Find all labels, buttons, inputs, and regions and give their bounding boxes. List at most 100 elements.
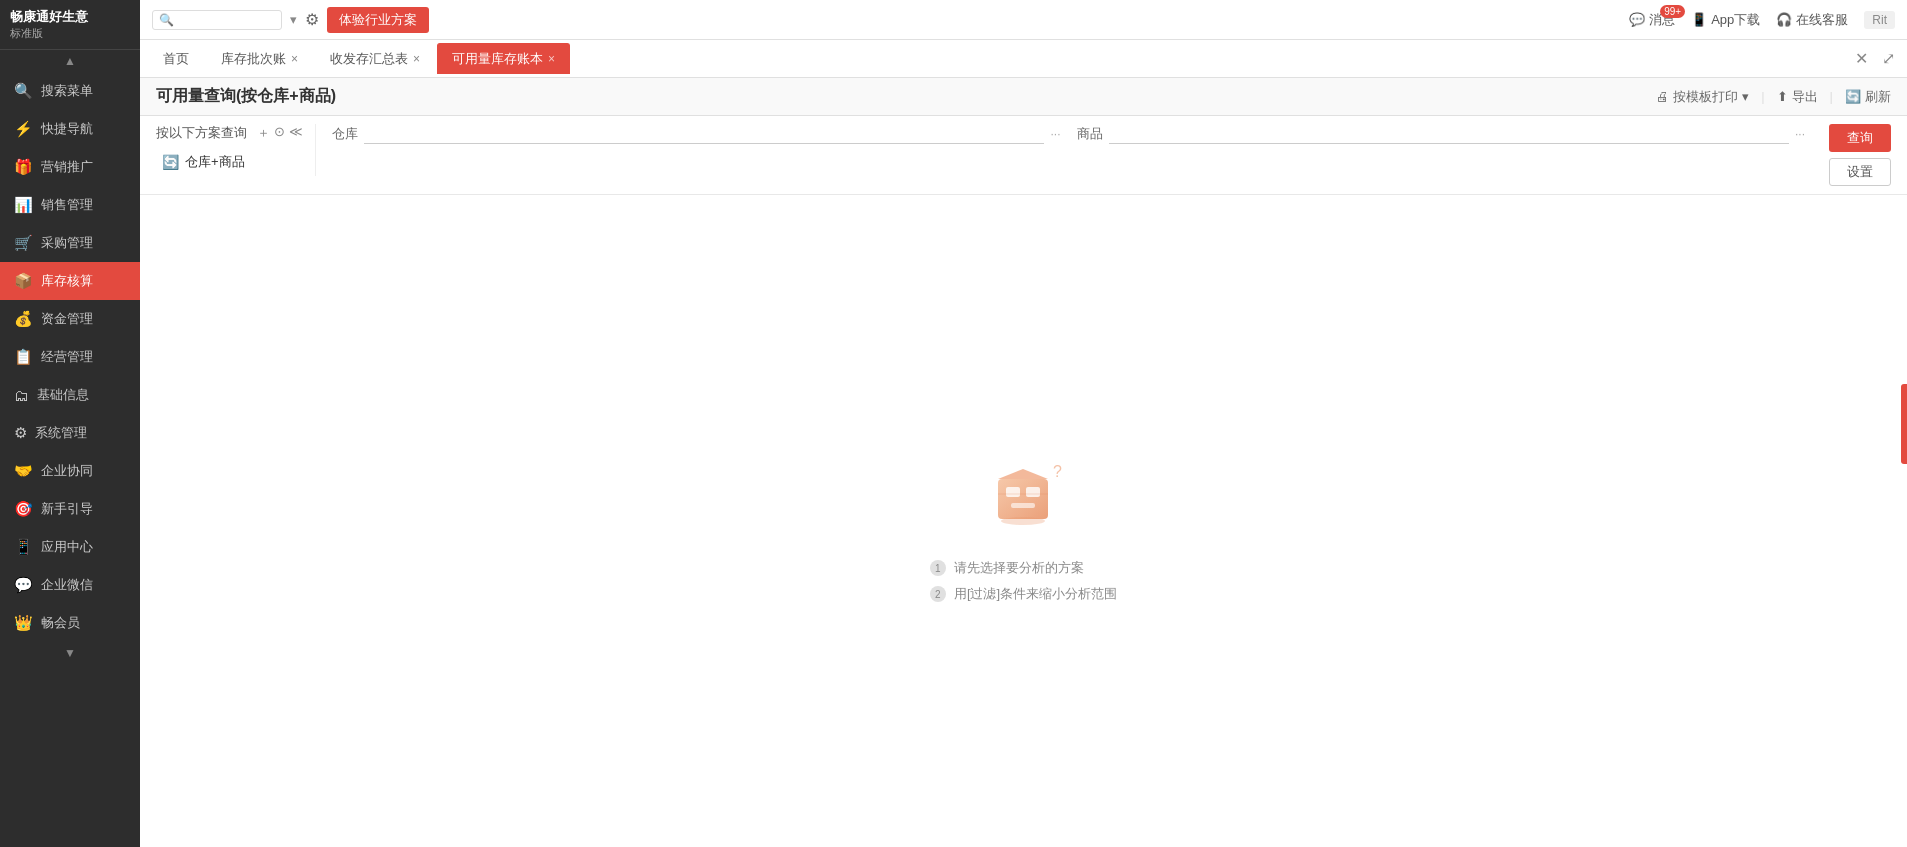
export-button[interactable]: ⬆ 导出: [1777, 88, 1818, 106]
empty-tips: 1 请先选择要分析的方案 2 用[过滤]条件来缩小分析范围: [930, 559, 1117, 603]
collapse-icon[interactable]: ≪: [289, 124, 303, 142]
sidebar-icon-system: ⚙: [14, 424, 27, 442]
sidebar-label-quick-nav: 快捷导航: [41, 120, 93, 138]
refresh-label: 刷新: [1865, 88, 1891, 106]
customer-service-icon: 🎧: [1776, 12, 1792, 27]
sidebar-label-newbie: 新手引导: [41, 500, 93, 518]
sidebar-item-vip[interactable]: 👑畅会员: [0, 604, 140, 642]
topbar-right: 💬 消息 99+ 📱 App下载 🎧 在线客服 Rit: [1629, 11, 1895, 29]
tab-close-available-ledger[interactable]: ×: [548, 52, 555, 66]
sidebar-label-vip: 畅会员: [41, 614, 80, 632]
sidebar-item-quick-nav[interactable]: ⚡快捷导航: [0, 110, 140, 148]
svg-rect-3: [1011, 503, 1035, 508]
sidebar-item-inventory[interactable]: 📦 库存核算: [0, 262, 140, 300]
page-title: 可用量查询(按仓库+商品): [156, 86, 336, 107]
sidebar-item-search[interactable]: 🔍搜索菜单: [0, 72, 140, 110]
message-button[interactable]: 💬 消息 99+: [1629, 11, 1675, 29]
tip-text-1: 请先选择要分析的方案: [954, 559, 1084, 577]
sidebar-item-operations[interactable]: 📋经营管理: [0, 338, 140, 376]
print-template-button[interactable]: 🖨 按模板打印 ▾: [1656, 88, 1749, 106]
warehouse-field: 仓库 ···: [332, 124, 1061, 144]
sidebar-icon-marketing: 🎁: [14, 158, 33, 176]
sidebar-item-purchase[interactable]: 🛒 采购管理: [0, 224, 140, 262]
sidebar-item-enterprise[interactable]: 🤝企业协同: [0, 452, 140, 490]
tab-close-batch-ledger[interactable]: ×: [291, 52, 298, 66]
sidebar-items-container: 🔍搜索菜单⚡快捷导航 🎁 营销推广 📊销售管理 🛒 采购管理 📦 库存核算 💰资金管理📋经营管理…: [0, 72, 140, 642]
sidebar-item-marketing[interactable]: 🎁 营销推广: [0, 148, 140, 186]
print-icon: 🖨: [1656, 89, 1669, 104]
app-download-icon: 📱: [1691, 12, 1707, 27]
app-download-label: App下载: [1711, 11, 1760, 29]
message-icon: 💬: [1629, 12, 1645, 27]
refresh-button[interactable]: 🔄 刷新: [1845, 88, 1891, 106]
refresh-icon: 🔄: [1845, 89, 1861, 104]
search-input[interactable]: [178, 13, 268, 27]
sidebar-label-enterprise: 企业协同: [41, 462, 93, 480]
print-label: 按模板打印: [1673, 88, 1738, 106]
scheme-label-warehouse-product: 仓库+商品: [185, 153, 245, 171]
sidebar-label-marketing: 营销推广: [41, 158, 93, 176]
tab-close-receipt-summary[interactable]: ×: [413, 52, 420, 66]
filter-settings-button[interactable]: 设置: [1829, 158, 1891, 186]
sidebar-scroll-down[interactable]: ▼: [0, 642, 140, 664]
query-button[interactable]: 查询: [1829, 124, 1891, 152]
sidebar-item-finance[interactable]: 💰资金管理: [0, 300, 140, 338]
user-name: Rit: [1872, 13, 1887, 27]
sidebar-label-system: 系统管理: [35, 424, 87, 442]
customer-service-button[interactable]: 🎧 在线客服: [1776, 11, 1848, 29]
sidebar-icon-search: 🔍: [14, 82, 33, 100]
sidebar: 畅康通好生意 标准版 ▲ 🔍搜索菜单⚡快捷导航 🎁 营销推广 📊销售管理 🛒 采购管理 📦 库…: [0, 0, 140, 847]
svg-rect-2: [1026, 487, 1040, 497]
sidebar-label-finance: 资金管理: [41, 310, 93, 328]
sidebar-item-newbie[interactable]: 🎯新手引导: [0, 490, 140, 528]
sidebar-item-system[interactable]: ⚙ 系统管理: [0, 414, 140, 452]
sidebar-logo: 畅康通好生意 标准版: [0, 0, 140, 50]
add-scheme-icon[interactable]: ＋: [257, 124, 270, 142]
sidebar-icon-purchase: 🛒: [14, 234, 33, 252]
scheme-item-warehouse-product[interactable]: 🔄 仓库+商品: [156, 148, 303, 176]
settings-scheme-icon[interactable]: ⊙: [274, 124, 285, 142]
sidebar-item-app-center[interactable]: 📱应用中心: [0, 528, 140, 566]
sidebar-label-inventory: 库存核算: [41, 272, 93, 290]
action-sep-1: |: [1761, 89, 1764, 104]
sidebar-scroll-up[interactable]: ▲: [0, 50, 140, 72]
app-subtitle: 标准版: [10, 26, 130, 41]
user-avatar[interactable]: Rit: [1864, 11, 1895, 29]
sidebar-item-enterprise-wechat[interactable]: 💬企业微信: [0, 566, 140, 604]
gear-icon[interactable]: ⚙: [305, 10, 319, 29]
tab-label-batch-ledger: 库存批次账: [221, 50, 286, 68]
sidebar-item-basic[interactable]: 🗂基础信息: [0, 376, 140, 414]
export-icon: ⬆: [1777, 89, 1788, 104]
tab-receipt-summary[interactable]: 收发存汇总表×: [315, 43, 435, 74]
tab-label-available-ledger: 可用量库存账本: [452, 50, 543, 68]
filter-row-1: 仓库 ··· 商品 ···: [332, 124, 1805, 144]
product-more-button[interactable]: ···: [1795, 127, 1805, 141]
print-dropdown-icon[interactable]: ▾: [1742, 89, 1749, 104]
sidebar-icon-inventory: 📦: [14, 272, 33, 290]
warehouse-input[interactable]: [364, 124, 1044, 144]
filter-fields: 仓库 ··· 商品 ···: [332, 124, 1805, 144]
sidebar-label-purchase: 采购管理: [41, 234, 93, 252]
app-download-button[interactable]: 📱 App下载: [1691, 11, 1760, 29]
product-field: 商品 ···: [1077, 124, 1806, 144]
scheme-icon-warehouse-product: 🔄: [162, 154, 179, 170]
trial-button[interactable]: 体验行业方案: [327, 7, 429, 33]
tab-batch-ledger[interactable]: 库存批次账 ×: [206, 43, 313, 74]
filter-scheme-icons: ＋ ⊙ ≪: [257, 124, 303, 142]
content-area: ? 1 请先选择要分析的方案 2 用[过滤]条件来缩小分析范围: [140, 195, 1907, 847]
tab-home[interactable]: 首页: [148, 43, 204, 74]
tabs-right-controls: ✕ ⤢: [1851, 47, 1899, 70]
main-content: 🔍 ▾ ⚙ 体验行业方案 💬 消息 99+ 📱 App下载 🎧 在线客服 Rit: [140, 0, 1907, 847]
warehouse-more-button[interactable]: ···: [1050, 127, 1060, 141]
right-scroll-indicator[interactable]: [1901, 384, 1907, 464]
topbar-dropdown-arrow[interactable]: ▾: [290, 12, 297, 27]
tab-close-all-button[interactable]: ✕: [1851, 47, 1872, 70]
warehouse-label: 仓库: [332, 125, 358, 143]
tab-available-ledger[interactable]: 可用量库存账本 ×: [437, 43, 570, 74]
svg-text:?: ?: [1053, 463, 1062, 480]
product-input[interactable]: [1109, 124, 1789, 144]
tip-num-2: 2: [930, 586, 946, 602]
tab-expand-button[interactable]: ⤢: [1878, 47, 1899, 70]
sidebar-label-sales: 销售管理: [41, 196, 93, 214]
sidebar-item-sales[interactable]: 📊销售管理: [0, 186, 140, 224]
